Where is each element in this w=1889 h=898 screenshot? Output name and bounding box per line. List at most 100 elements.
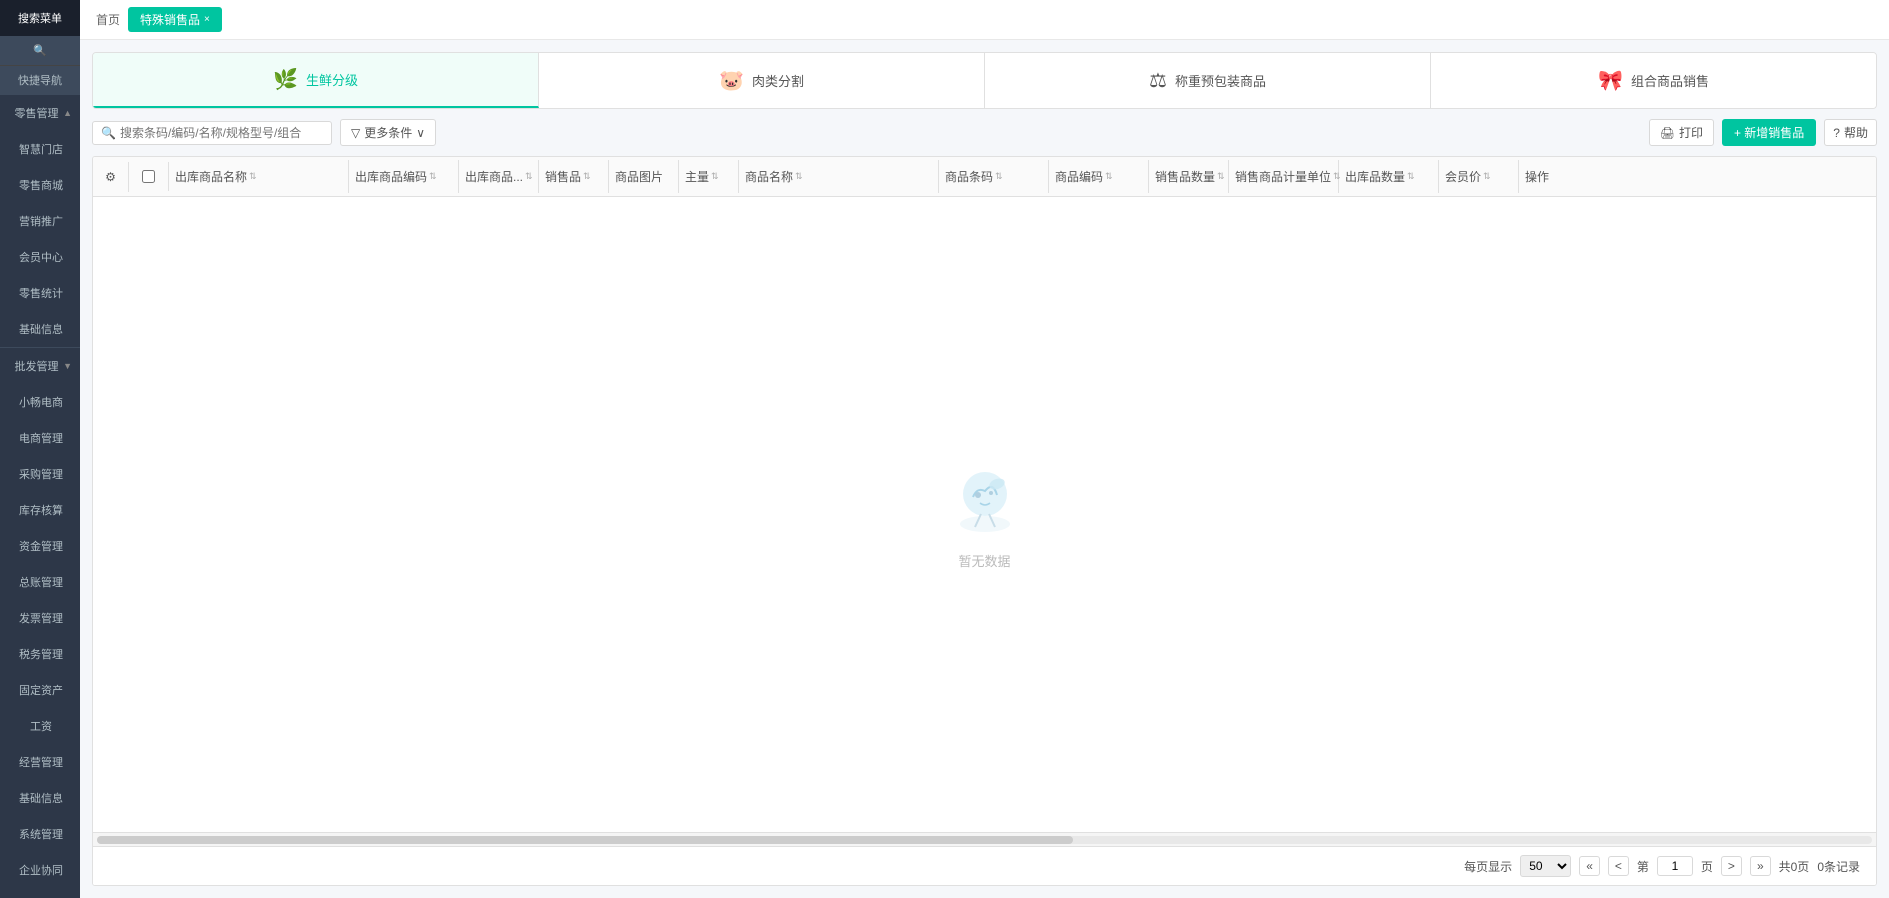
fresh-grade-icon: 🌿 [273, 67, 298, 92]
settings-icon: ⚙ [105, 170, 116, 184]
horizontal-scrollbar[interactable] [93, 832, 1876, 846]
sort-out-spec-icon: ⇅ [525, 171, 533, 182]
filter-arrow-icon: ∨ [416, 126, 425, 140]
th-out-name: 出库商品名称 ⇅ [169, 160, 349, 193]
search-box[interactable]: 🔍 [92, 121, 332, 145]
topbar-home-link[interactable]: 首页 [96, 11, 120, 28]
th-sell-qty: 销售品数量 ⇅ [1149, 160, 1229, 193]
sidebar-item-basic-info[interactable]: 基础信息 [0, 311, 80, 347]
cat-tab-fresh-grade[interactable]: 🌿 生鲜分级 [93, 53, 539, 108]
sidebar-search-button[interactable]: 🔍 [0, 36, 80, 66]
print-label: 打印 [1679, 124, 1703, 141]
cat-tab-fresh-grade-label: 生鲜分级 [306, 70, 358, 89]
weight-pack-icon: ⚖ [1149, 68, 1167, 93]
sidebar-item-marketing[interactable]: 营销推广 [0, 203, 80, 239]
th-actions: 操作 [1519, 160, 1876, 193]
sidebar: 搜索菜单 🔍 快捷导航 零售管理 ▲ 智慧门店 零售商城 营销推广 会员中心 零… [0, 0, 80, 898]
th-checkbox[interactable] [129, 162, 169, 191]
sidebar-item-retail-stats[interactable]: 零售统计 [0, 275, 80, 311]
search-input[interactable] [120, 126, 323, 140]
filter-button[interactable]: ▽ 更多条件 ∨ [340, 119, 436, 146]
sidebar-wholesale-section: 批发管理 ▼ 小畅电商 电商管理 采购管理 库存核算 资金管理 总账管理 发票管… [0, 347, 80, 898]
empty-state: 暂无数据 [93, 197, 1876, 832]
sidebar-logo[interactable]: 搜索菜单 [0, 0, 80, 36]
scrollbar-thumb[interactable] [97, 836, 1073, 844]
total-pages: 共0页 [1779, 858, 1810, 875]
sidebar-item-company-agreement[interactable]: 企业协同 [0, 852, 80, 888]
th-barcode: 商品条码 ⇅ [939, 160, 1049, 193]
topbar-active-tab[interactable]: 特殊销售品 × [128, 7, 222, 32]
sort-out-qty-icon: ⇅ [1407, 171, 1415, 182]
last-page-button[interactable]: » [1750, 856, 1771, 876]
sort-out-code-icon: ⇅ [429, 171, 437, 182]
select-all-checkbox[interactable] [142, 170, 155, 183]
print-button[interactable]: 🖨 打印 [1649, 119, 1714, 146]
content-area: 🌿 生鲜分级 🐷 肉类分割 ⚖ 称重预包装商品 🎀 组合商品销售 🔍 [80, 40, 1889, 898]
print-icon: 🖨 [1660, 126, 1675, 140]
add-product-label: + 新增销售品 [1734, 124, 1804, 141]
sidebar-item-salary[interactable]: 工资 [0, 708, 80, 744]
total-records: 0条记录 [1817, 858, 1860, 875]
sidebar-item-inventory[interactable]: 库存核算 [0, 492, 80, 528]
sidebar-item-general-ledger[interactable]: 总账管理 [0, 564, 80, 600]
sidebar-item-new-guide[interactable]: 新手引导 [0, 888, 80, 898]
sort-out-name-icon: ⇅ [249, 171, 257, 182]
sidebar-item-finance-mgmt[interactable]: 资金管理 [0, 528, 80, 564]
th-goods-name: 商品名称 ⇅ [739, 160, 939, 193]
cat-tab-meat-cut-label: 肉类分割 [752, 71, 804, 90]
sort-member-price-icon: ⇅ [1483, 171, 1491, 182]
filter-label: 更多条件 [364, 124, 412, 141]
per-page-label: 每页显示 [1464, 858, 1512, 875]
sidebar-quick-nav[interactable]: 快捷导航 [0, 66, 80, 94]
toolbar-left: 🔍 ▽ 更多条件 ∨ [92, 119, 436, 146]
combo-sell-icon: 🎀 [1598, 68, 1623, 93]
next-page-button[interactable]: > [1721, 856, 1742, 876]
th-out-code: 出库商品编码 ⇅ [349, 160, 459, 193]
prev-page-button[interactable]: < [1608, 856, 1629, 876]
th-goods-code: 商品编码 ⇅ [1049, 160, 1149, 193]
first-page-button[interactable]: « [1579, 856, 1600, 876]
sidebar-item-smart-store[interactable]: 智慧门店 [0, 131, 80, 167]
sidebar-item-retail-mall[interactable]: 零售商城 [0, 167, 80, 203]
th-out-spec: 出库商品... ⇅ [459, 160, 539, 193]
sidebar-item-tax-mgmt[interactable]: 税务管理 [0, 636, 80, 672]
sort-barcode-icon: ⇅ [995, 171, 1003, 182]
pagination: 每页显示 50 10 20 100 « < 第 页 > » 共0页 0条记录 [93, 846, 1876, 885]
data-table: ⚙ 出库商品名称 ⇅ 出库商品编码 ⇅ 出库商品... [92, 156, 1877, 886]
cat-tab-meat-cut[interactable]: 🐷 肉类分割 [539, 53, 985, 108]
help-button[interactable]: ? 帮助 [1824, 119, 1877, 146]
cat-tab-combo-sell[interactable]: 🎀 组合商品销售 [1431, 53, 1876, 108]
sidebar-item-business-mgmt[interactable]: 经营管理 [0, 744, 80, 780]
table-header: ⚙ 出库商品名称 ⇅ 出库商品编码 ⇅ 出库商品... [93, 157, 1876, 197]
sidebar-item-purchase-mgmt[interactable]: 采购管理 [0, 456, 80, 492]
main-area: 首页 特殊销售品 × 🌿 生鲜分级 🐷 肉类分割 ⚖ 称重预包装商品 🎀 组合商… [80, 0, 1889, 898]
sidebar-item-ecom-mgmt[interactable]: 电商管理 [0, 420, 80, 456]
sidebar-item-wholesale-mgmt[interactable]: 批发管理 ▼ [0, 348, 80, 384]
sidebar-item-invoice-mgmt[interactable]: 发票管理 [0, 600, 80, 636]
sort-main-icon: ⇅ [711, 171, 719, 182]
sort-selling-icon: ⇅ [583, 171, 591, 182]
topbar-tab-label: 特殊销售品 [140, 11, 200, 28]
th-img: 商品图片 [609, 160, 679, 193]
page-number-input[interactable] [1657, 856, 1693, 876]
help-icon: ? [1833, 126, 1840, 140]
sidebar-item-member-center[interactable]: 会员中心 [0, 239, 80, 275]
scrollbar-track[interactable] [97, 836, 1872, 844]
add-product-button[interactable]: + 新增销售品 [1722, 119, 1816, 146]
cat-tab-combo-sell-label: 组合商品销售 [1631, 71, 1709, 90]
topbar-tab-close[interactable]: × [204, 14, 210, 25]
sidebar-item-basic-info2[interactable]: 基础信息 [0, 780, 80, 816]
empty-text: 暂无数据 [958, 551, 1010, 570]
sidebar-item-system-mgmt[interactable]: 系统管理 [0, 816, 80, 852]
sidebar-item-retail-mgmt[interactable]: 零售管理 ▲ [0, 95, 80, 131]
search-icon: 🔍 [101, 126, 116, 140]
th-settings[interactable]: ⚙ [93, 162, 129, 192]
sidebar-item-mini-ecom[interactable]: 小畅电商 [0, 384, 80, 420]
cat-tab-weight-pack[interactable]: ⚖ 称重预包装商品 [985, 53, 1431, 108]
per-page-select[interactable]: 50 10 20 100 [1520, 855, 1571, 877]
sort-sell-qty-icon: ⇅ [1217, 171, 1225, 182]
sort-goods-name-icon: ⇅ [795, 171, 803, 182]
filter-icon: ▽ [351, 126, 360, 140]
th-sell-unit: 销售商品计量单位 ⇅ [1229, 160, 1339, 193]
sidebar-item-fixed-assets[interactable]: 固定资产 [0, 672, 80, 708]
